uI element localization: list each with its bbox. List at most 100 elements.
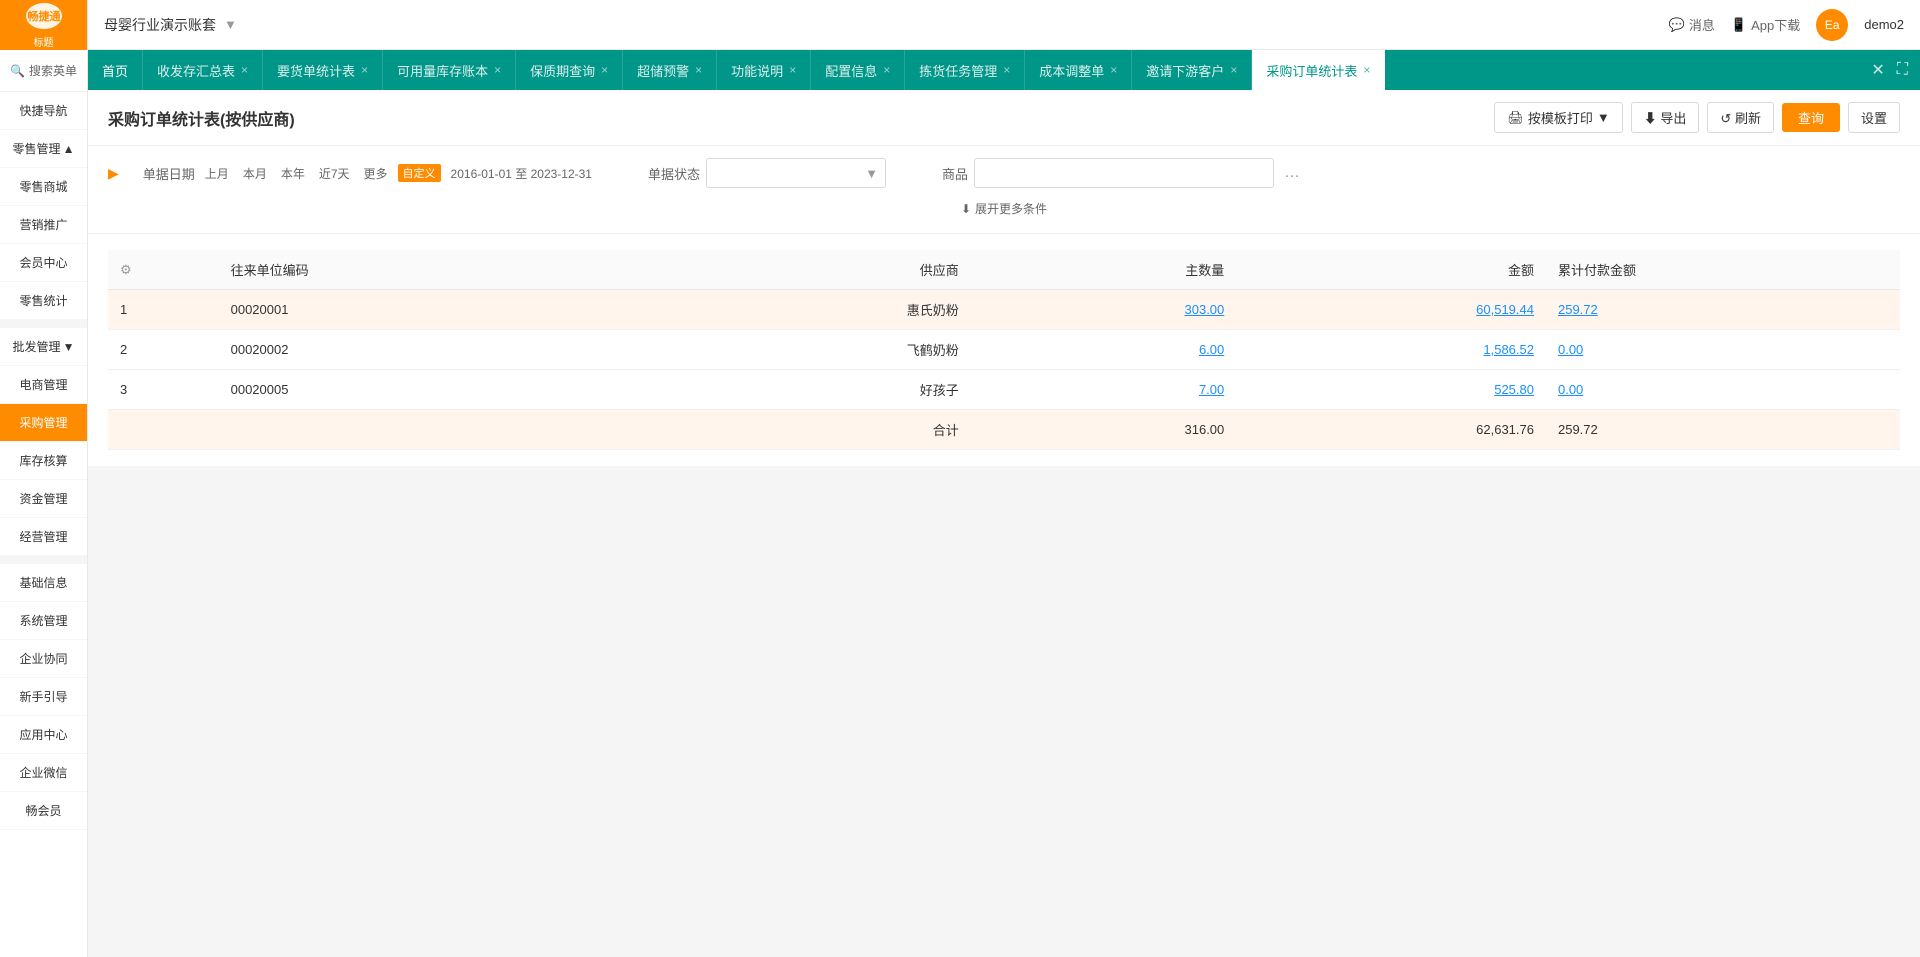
sidebar-item-retail[interactable]: 零售管理 ▲ — [0, 130, 87, 168]
custom-date-badge[interactable]: 自定义 — [398, 164, 441, 182]
tab-baozhi-close[interactable]: × — [601, 63, 608, 77]
sidebar-item-member[interactable]: 会员中心 — [0, 244, 87, 282]
sidebar-item-finance[interactable]: 资金管理 — [0, 480, 87, 518]
date-shortcut-last-month[interactable]: 上月 — [201, 163, 233, 184]
sidebar-item-app-center[interactable]: 应用中心 — [0, 716, 87, 754]
date-shortcut-this-month[interactable]: 本月 — [239, 163, 271, 184]
export-button[interactable]: ⬇ 导出 — [1631, 102, 1700, 133]
sidebar-item-inventory[interactable]: 库存核算 — [0, 442, 87, 480]
filter-row-1: ▶ 单据日期 上月 本月 本年 近7天 更多 自定义 2016-01-01 至 — [108, 158, 1900, 188]
row2-paid-link[interactable]: 0.00 — [1558, 342, 1583, 357]
search-button[interactable]: 🔍 搜索英单 — [6, 58, 81, 83]
row2-amount: 1,586.52 — [1236, 330, 1546, 370]
tab-chengben-close[interactable]: × — [1110, 63, 1117, 77]
sidebar-item-retail-stat[interactable]: 零售统计 — [0, 282, 87, 320]
row1-amount-link[interactable]: 60,519.44 — [1476, 302, 1534, 317]
page-header: 采购订单统计表(按供应商) 🖨 按模板打印 ▼ ⬇ 导出 ↺ 刷新 — [88, 90, 1920, 146]
query-button[interactable]: 查询 — [1782, 103, 1840, 132]
tab-peizhi[interactable]: 配置信息 × — [811, 50, 905, 90]
sidebar-item-operation[interactable]: 经营管理 — [0, 518, 87, 556]
tab-caigou[interactable]: 采购订单统计表 × — [1252, 50, 1385, 90]
sidebar-item-enterprise-wx[interactable]: 企业微信 — [0, 754, 87, 792]
search-section[interactable]: 🔍 搜索英单 — [0, 50, 87, 92]
sidebar-item-member2[interactable]: 畅会员 — [0, 792, 87, 830]
footer-qty: 316.00 — [971, 410, 1236, 450]
tab-chaozhu[interactable]: 超储预警 × — [623, 50, 717, 90]
sidebar-item-wholesale[interactable]: 批发管理 ▼ — [0, 328, 87, 366]
date-shortcut-more[interactable]: 更多 — [360, 163, 392, 184]
sidebar-item-ecommerce[interactable]: 电商管理 — [0, 366, 87, 404]
user-avatar[interactable]: Ea — [1816, 9, 1848, 41]
row2-amount-link[interactable]: 1,586.52 — [1483, 342, 1534, 357]
goods-more-icon[interactable]: … — [1280, 164, 1304, 182]
tab-tuohuo[interactable]: 拣货任务管理 × — [905, 50, 1025, 90]
tab-gongneng-label: 功能说明 — [731, 61, 783, 80]
tab-gongneng[interactable]: 功能说明 × — [717, 50, 811, 90]
tab-gongneng-close[interactable]: × — [789, 63, 796, 77]
newbie-label: 新手引导 — [19, 690, 67, 704]
tab-chaozhu-close[interactable]: × — [695, 63, 702, 77]
page-content: 采购订单统计表(按供应商) 🖨 按模板打印 ▼ ⬇ 导出 ↺ 刷新 — [88, 90, 1920, 957]
row1-paid-link[interactable]: 259.72 — [1558, 302, 1598, 317]
sidebar-item-newbie[interactable]: 新手引导 — [0, 678, 87, 716]
expand-more-button[interactable]: ⬇ 展开更多条件 — [961, 200, 1047, 217]
tab-home[interactable]: 首页 — [88, 50, 143, 90]
topbar-right: 💬 消息 📱 App下载 Ea demo2 — [1669, 9, 1904, 41]
app-download-button[interactable]: 📱 App下载 — [1731, 15, 1800, 34]
tab-shoufaxhz-close[interactable]: × — [241, 63, 248, 77]
sidebar-item-purchase[interactable]: 采购管理 — [0, 404, 87, 442]
row1-qty-link[interactable]: 303.00 — [1185, 302, 1225, 317]
date-shortcut-7days[interactable]: 近7天 — [315, 163, 354, 184]
date-range-display: 2016-01-01 至 2023-12-31 — [451, 165, 592, 182]
sidebar-item-quicknav[interactable]: 快捷导航 — [0, 92, 87, 130]
print-button[interactable]: 🖨 按模板打印 ▼ — [1494, 102, 1622, 133]
filter-expand-icon[interactable]: ▶ — [108, 165, 119, 182]
row3-amount-link[interactable]: 525.80 — [1494, 382, 1534, 397]
sidebar-item-retail-shop[interactable]: 零售商城 — [0, 168, 87, 206]
date-shortcut-this-year[interactable]: 本年 — [277, 163, 309, 184]
sidebar-item-marketing[interactable]: 营销推广 — [0, 206, 87, 244]
enterprise-wx-label: 企业微信 — [19, 766, 67, 780]
inventory-label: 库存核算 — [19, 454, 67, 468]
refresh-button[interactable]: ↺ 刷新 — [1707, 102, 1774, 133]
print-icon: 🖨 — [1507, 110, 1524, 126]
column-settings-icon[interactable]: ⚙ — [120, 262, 132, 277]
breadcrumb-arrow[interactable]: ▼ — [224, 17, 237, 32]
status-select-container: ▼ — [706, 158, 886, 188]
status-select[interactable] — [706, 158, 886, 188]
sidebar-item-basic[interactable]: 基础信息 — [0, 564, 87, 602]
message-button[interactable]: 💬 消息 — [1669, 15, 1715, 34]
tabbar-actions: ✕ ⛶ — [1867, 56, 1920, 84]
row2-supplier-text: 飞鹤奶粉 — [907, 343, 959, 358]
tab-chengben[interactable]: 成本调整单 × — [1025, 50, 1132, 90]
tab-yaohuo-close[interactable]: × — [361, 63, 368, 77]
tab-yaoqing[interactable]: 邀请下游客户 × — [1132, 50, 1252, 90]
tab-keyongliang[interactable]: 可用量库存账本 × — [383, 50, 516, 90]
table-head: ⚙ 往来单位编码 供应商 主数量 — [108, 250, 1900, 290]
tab-shoufaxhz[interactable]: 收发存汇总表 × — [143, 50, 263, 90]
tab-yaoqing-close[interactable]: × — [1230, 63, 1237, 77]
tab-expand-button[interactable]: ⛶ — [1893, 57, 1912, 83]
th-code: 往来单位编码 — [219, 250, 529, 290]
tab-baozhi[interactable]: 保质期查询 × — [516, 50, 623, 90]
table-row: 3 00020005 好孩子 7.00 — [108, 370, 1900, 410]
sidebar-item-enterprise[interactable]: 企业协同 — [0, 640, 87, 678]
tab-caigou-close[interactable]: × — [1363, 63, 1370, 77]
search-label: 搜索英单 — [29, 62, 77, 79]
mobile-icon: 📱 — [1731, 17, 1747, 33]
row3-paid-link[interactable]: 0.00 — [1558, 382, 1583, 397]
settings-button[interactable]: 设置 — [1848, 102, 1900, 133]
sidebar-item-system[interactable]: 系统管理 — [0, 602, 87, 640]
tab-peizhi-close[interactable]: × — [883, 63, 890, 77]
tab-keyongliang-close[interactable]: × — [494, 63, 501, 77]
row2-qty-link[interactable]: 6.00 — [1199, 342, 1224, 357]
footer-amount-text: 62,631.76 — [1476, 422, 1534, 437]
goods-filter-input[interactable] — [974, 158, 1274, 188]
tab-close-all-button[interactable]: ✕ — [1867, 56, 1888, 84]
status-filter-label: 单据状态 — [648, 164, 700, 183]
tab-tuohuo-close[interactable]: × — [1003, 63, 1010, 77]
user-name[interactable]: demo2 — [1864, 17, 1904, 32]
row3-qty-link[interactable]: 7.00 — [1199, 382, 1224, 397]
tab-yaohuo[interactable]: 要货单统计表 × — [263, 50, 383, 90]
member-label: 会员中心 — [19, 256, 67, 270]
